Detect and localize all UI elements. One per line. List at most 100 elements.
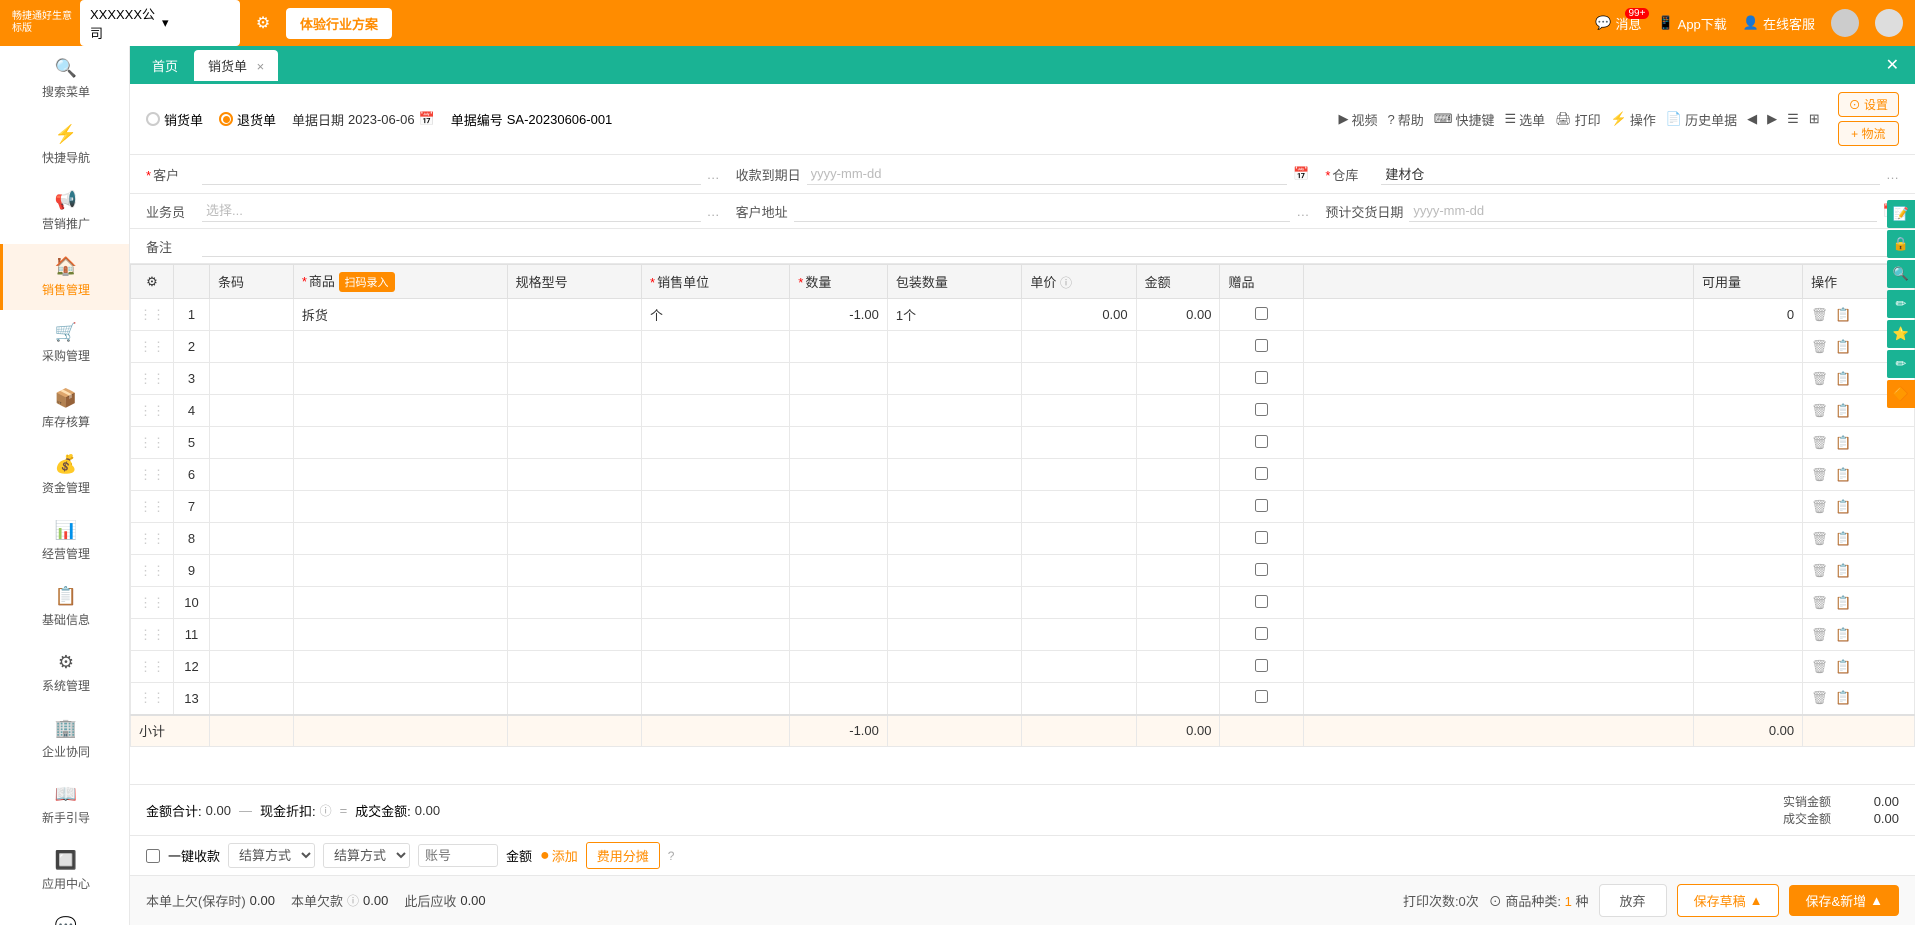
row-drag-icon[interactable]: ⋮⋮ (139, 339, 165, 354)
row-gift[interactable] (1220, 683, 1304, 715)
row-unit[interactable] (642, 331, 790, 363)
row-spec[interactable] (507, 395, 641, 427)
row-amount[interactable] (1136, 587, 1220, 619)
row-barcode[interactable] (210, 331, 294, 363)
row-price[interactable] (1022, 363, 1136, 395)
row-unit[interactable] (642, 555, 790, 587)
customer-address-dots-icon[interactable]: … (1296, 204, 1309, 219)
row-barcode[interactable] (210, 395, 294, 427)
row-copy-icon[interactable]: 📋 (1835, 403, 1851, 418)
row-pack-qty[interactable] (887, 459, 1021, 491)
row-spec[interactable] (507, 427, 641, 459)
right-panel-star-icon[interactable]: ⭐ (1887, 320, 1915, 348)
row-qty[interactable] (790, 555, 888, 587)
row-goods[interactable] (293, 587, 507, 619)
row-price[interactable] (1022, 459, 1136, 491)
row-pack-qty[interactable] (887, 427, 1021, 459)
row-unit[interactable] (642, 459, 790, 491)
goods-type-icon[interactable]: ⊙ (1489, 894, 1502, 909)
row-goods[interactable] (293, 555, 507, 587)
row-copy-icon[interactable]: 📋 (1835, 499, 1851, 514)
row-copy-icon[interactable]: 📋 (1835, 659, 1851, 674)
row-amount[interactable] (1136, 555, 1220, 587)
row-drag-icon[interactable]: ⋮⋮ (139, 690, 165, 705)
row-drag-icon[interactable]: ⋮⋮ (139, 307, 165, 322)
row-pack-qty[interactable] (887, 651, 1021, 683)
history-action[interactable]: 📄 历史单据 (1666, 110, 1737, 129)
save-new-button[interactable]: 保存&新增 ▲ (1789, 885, 1899, 916)
sidebar-item-purchase[interactable]: 🛒 采购管理 (0, 310, 129, 376)
row-amount[interactable] (1136, 331, 1220, 363)
row-amount[interactable] (1136, 651, 1220, 683)
row-copy-icon[interactable]: 📋 (1835, 595, 1851, 610)
row-gift-checkbox[interactable] (1255, 403, 1268, 416)
row-barcode[interactable] (210, 523, 294, 555)
row-unit[interactable] (642, 619, 790, 651)
sidebar-item-system[interactable]: ⚙ 系统管理 (0, 640, 129, 706)
expected-date-input[interactable] (1409, 200, 1876, 222)
row-drag-icon[interactable]: ⋮⋮ (139, 531, 165, 546)
sidebar-item-finance[interactable]: 💰 资金管理 (0, 442, 129, 508)
row-qty[interactable] (790, 395, 888, 427)
row-price[interactable]: 0.00 (1022, 299, 1136, 331)
row-amount[interactable] (1136, 619, 1220, 651)
row-drag-icon[interactable]: ⋮⋮ (139, 563, 165, 578)
row-price[interactable] (1022, 619, 1136, 651)
window-close-icon[interactable]: ✕ (1878, 51, 1907, 79)
row-spec[interactable] (507, 459, 641, 491)
message-button[interactable]: 💬 消息 99+ (1595, 14, 1641, 33)
row-delete-icon[interactable]: 🗑 (1811, 627, 1828, 642)
help-action[interactable]: ? 帮助 (1387, 110, 1423, 129)
operate-action[interactable]: ⚡ 操作 (1611, 110, 1656, 129)
discount-info-icon[interactable]: ⓘ (320, 802, 332, 819)
row-copy-icon[interactable]: 📋 (1835, 435, 1851, 450)
app-download-button[interactable]: 📱 App下载 (1657, 14, 1726, 33)
right-panel-edit-icon[interactable]: 📝 (1887, 200, 1915, 228)
row-goods[interactable] (293, 459, 507, 491)
sidebar-item-search[interactable]: 🔍 搜索菜单 (0, 46, 129, 112)
customer-dots-icon[interactable]: … (707, 167, 720, 182)
row-drag-icon[interactable]: ⋮⋮ (139, 403, 165, 418)
row-goods[interactable] (293, 683, 507, 715)
row-amount[interactable]: 0.00 (1136, 299, 1220, 331)
row-copy-icon[interactable]: 📋 (1835, 690, 1851, 705)
row-goods[interactable] (293, 331, 507, 363)
row-gift-checkbox[interactable] (1255, 307, 1268, 320)
right-panel-lock-icon[interactable]: 🔒 (1887, 230, 1915, 258)
row-spec[interactable] (507, 619, 641, 651)
row-price[interactable] (1022, 651, 1136, 683)
tab-sales-order[interactable]: 销货单 × (194, 50, 278, 81)
row-spec[interactable] (507, 651, 641, 683)
row-delete-icon[interactable]: 🗑 (1811, 371, 1828, 386)
row-barcode[interactable] (210, 491, 294, 523)
row-qty[interactable] (790, 523, 888, 555)
row-pack-qty[interactable]: 1个 (887, 299, 1021, 331)
settle-method-select2[interactable]: 结算方式 (323, 843, 410, 868)
row-barcode[interactable] (210, 459, 294, 491)
row-drag-icon[interactable]: ⋮⋮ (139, 499, 165, 514)
salesman-dots-icon[interactable]: … (707, 204, 720, 219)
receive-date-input[interactable] (807, 163, 1287, 185)
row-gift[interactable] (1220, 395, 1304, 427)
row-copy-icon[interactable]: 📋 (1835, 627, 1851, 642)
row-gift-checkbox[interactable] (1255, 435, 1268, 448)
row-copy-icon[interactable]: 📋 (1835, 531, 1851, 546)
row-qty[interactable]: -1.00 (790, 299, 888, 331)
row-unit[interactable] (642, 683, 790, 715)
discard-button[interactable]: 放弃 (1599, 884, 1667, 917)
sidebar-item-enterprise[interactable]: 🏢 企业协同 (0, 706, 129, 772)
row-goods[interactable] (293, 363, 507, 395)
row-gift-checkbox[interactable] (1255, 659, 1268, 672)
sidebar-item-sales[interactable]: 🏠 销售管理 (0, 244, 129, 310)
row-pack-qty[interactable] (887, 491, 1021, 523)
row-barcode[interactable] (210, 363, 294, 395)
receive-date-calendar-icon[interactable]: 📅 (1293, 166, 1309, 182)
settle-method-select[interactable]: 结算方式 (228, 843, 315, 868)
row-qty[interactable] (790, 459, 888, 491)
row-copy-icon[interactable]: 📋 (1835, 307, 1851, 322)
one-click-checkbox[interactable] (146, 849, 160, 863)
salesman-input[interactable] (202, 200, 701, 222)
row-drag-icon[interactable]: ⋮⋮ (139, 595, 165, 610)
row-delete-icon[interactable]: 🗑 (1811, 307, 1828, 322)
sidebar-item-operations[interactable]: 📊 经营管理 (0, 508, 129, 574)
